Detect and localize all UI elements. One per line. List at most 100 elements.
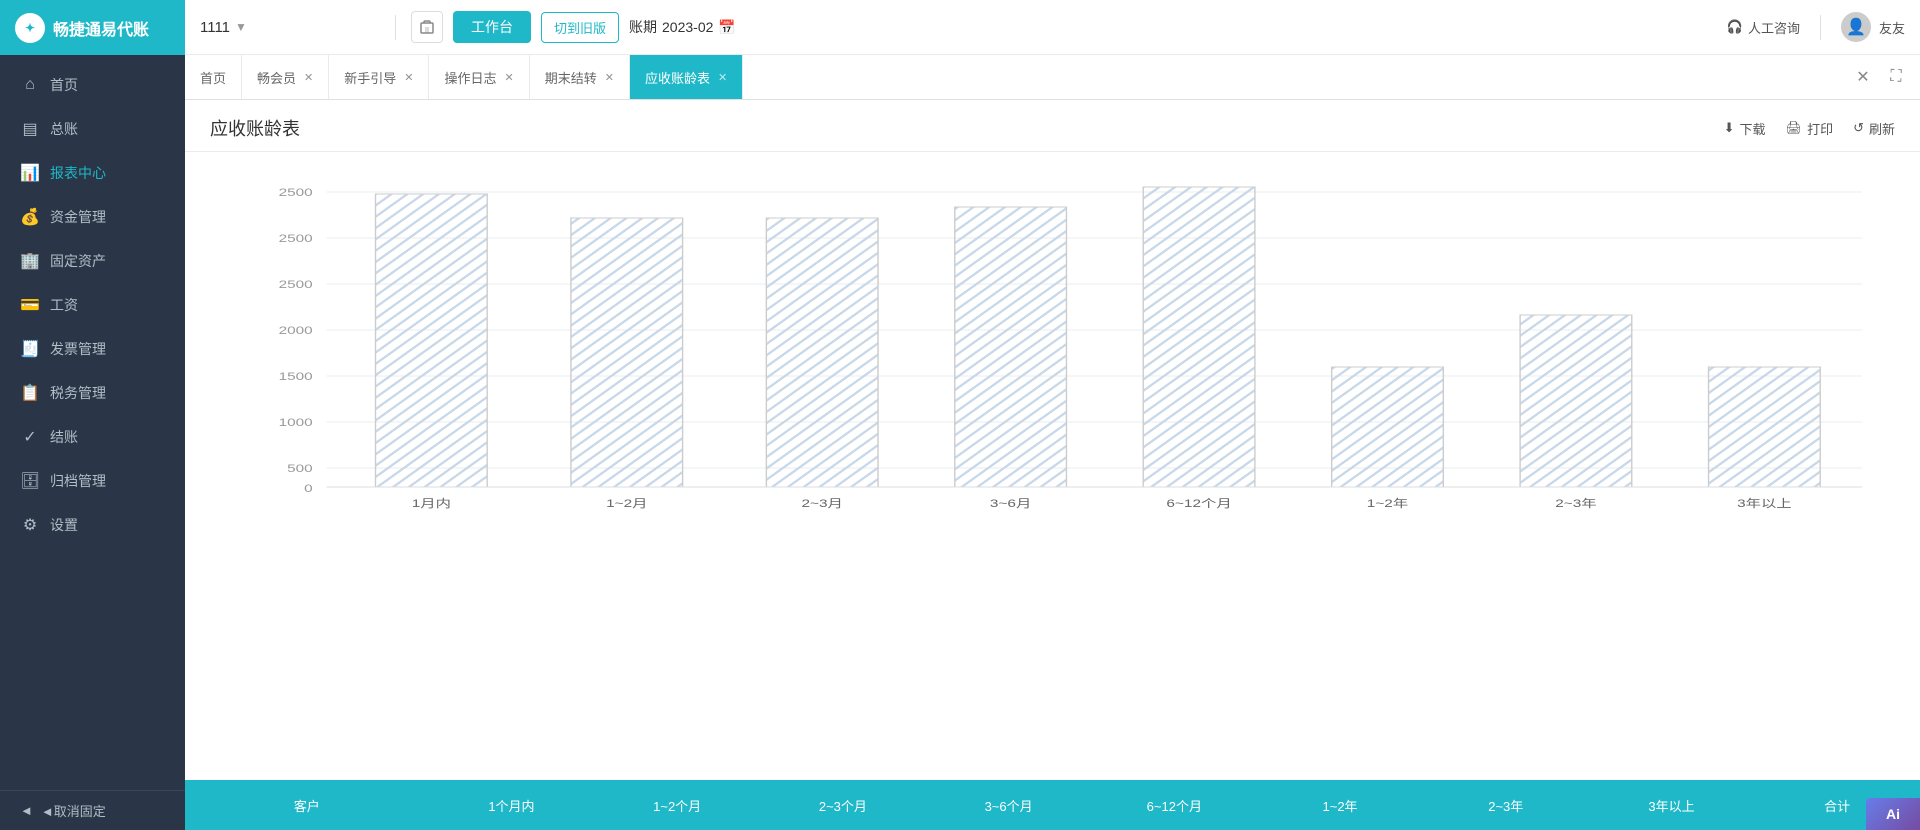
nav-icon-salary: 💳 (20, 295, 40, 315)
period-label: 账期 (629, 17, 657, 37)
svg-text:3年以上: 3年以上 (1737, 497, 1792, 509)
table-col-8: 3年以上 (1589, 796, 1755, 815)
tab-close-member[interactable]: ✕ (304, 71, 313, 84)
tab-close-aging[interactable]: ✕ (718, 71, 727, 84)
content-area: 应收账龄表 ⬇ 下载 🖨 打印 ↺ 刷新 (185, 100, 1920, 830)
header-right: 🎧 人工咨询 👤 友友 (1727, 12, 1905, 42)
tab-period_end[interactable]: 期末结转✕ (530, 55, 630, 99)
consultant-btn[interactable]: 🎧 人工咨询 (1727, 18, 1800, 37)
refresh-label: 刷新 (1869, 119, 1895, 138)
svg-text:1~2月: 1~2月 (606, 497, 647, 509)
header-divider-2 (1820, 15, 1821, 40)
sidebar-item-reports[interactable]: 📊报表中心 (0, 151, 185, 195)
nav-icon-tax: 📋 (20, 383, 40, 403)
print-btn[interactable]: 🖨 打印 (1786, 119, 1834, 138)
svg-text:6~12个月: 6~12个月 (1166, 497, 1231, 509)
sidebar-item-archive[interactable]: 🗄归档管理 (0, 459, 185, 503)
sidebar-item-checkout[interactable]: ✓ 结账 (0, 415, 185, 459)
building-icon (419, 19, 435, 35)
table-col-3: 2~3个月 (760, 796, 926, 815)
svg-text:2500: 2500 (279, 232, 313, 244)
sidebar-item-tax[interactable]: 📋税务管理 (0, 371, 185, 415)
maximize-btn[interactable]: ⛶ (1882, 63, 1910, 91)
svg-text:1~2年: 1~2年 (1367, 497, 1408, 509)
chart-svg: 2500 2500 2500 2000 1500 1000 500 0 (215, 172, 1890, 552)
svg-text:2~3月: 2~3月 (802, 497, 843, 509)
svg-text:2~3年: 2~3年 (1555, 497, 1596, 509)
nav-icon-assets: 🏢 (20, 251, 40, 271)
user-menu[interactable]: 👤 友友 (1841, 12, 1905, 42)
sidebar-label-settings: 设置 (50, 515, 78, 535)
sidebar-item-funds[interactable]: 💰 资金管理 (0, 195, 185, 239)
tab-close-oplog[interactable]: ✕ (505, 71, 514, 84)
content-actions: ⬇ 下载 🖨 打印 ↺ 刷新 (1724, 119, 1895, 138)
workbench-button[interactable]: 工作台 (453, 11, 531, 43)
sidebar-item-ledger[interactable]: ▤总账 (0, 107, 185, 151)
ai-badge[interactable]: Ai (1866, 798, 1920, 830)
sidebar-item-salary[interactable]: 💳 工资 (0, 283, 185, 327)
tab-guide[interactable]: 新手引导 ✕ (329, 55, 429, 99)
sidebar-item-settings[interactable]: ⚙设置 (0, 503, 185, 547)
table-col-5: 6~12个月 (1091, 796, 1257, 815)
sidebar-menu: ⌂首页▤总账📊报表中心 💰 资金管理 🏢 固定资产 💳 工资 🧾 发票管理 📋税务管理 ✓ 结账 🗄归档… (0, 55, 185, 790)
svg-text:2500: 2500 (279, 186, 313, 198)
sidebar-item-home[interactable]: ⌂首页 (0, 63, 185, 107)
company-icon-btn[interactable] (411, 11, 443, 43)
bar-3 (766, 218, 878, 487)
tab-label-home: 首页 (200, 68, 226, 87)
nav-icon-funds: 💰 (20, 207, 40, 227)
logo-icon: ✦ (15, 13, 45, 43)
consultant-label: 人工咨询 (1748, 18, 1800, 37)
collapse-icon: ◄ (20, 803, 33, 818)
tab-close-guide[interactable]: ✕ (404, 71, 413, 84)
sidebar-label-home: 首页 (50, 75, 78, 95)
sidebar-label-checkout: 结账 (50, 427, 78, 447)
tab-oplog[interactable]: 操作日志 ✕ (429, 55, 529, 99)
tabs-bar: 首页畅会员✕新手引导✕操作日志✕期末结转✕应收账龄表✕ ✕ ⛶ (185, 55, 1920, 100)
refresh-icon: ↺ (1853, 120, 1864, 136)
switch-version-button[interactable]: 切到旧版 (541, 12, 619, 43)
company-dropdown-icon: ▼ (235, 20, 247, 34)
print-icon: 🖨 (1786, 120, 1803, 136)
avatar: 👤 (1841, 12, 1871, 42)
tab-close-period_end[interactable]: ✕ (605, 71, 614, 84)
tab-label-oplog: 操作日志 (444, 68, 496, 87)
refresh-btn[interactable]: ↺ 刷新 (1853, 119, 1895, 138)
page-title: 应收账龄表 (210, 115, 300, 141)
sidebar-collapse-btn[interactable]: ◄ ◄取消固定 (0, 790, 185, 830)
sidebar-item-assets[interactable]: 🏢 固定资产 (0, 239, 185, 283)
sidebar-label-archive: 归档管理 (50, 471, 106, 491)
download-btn[interactable]: ⬇ 下载 (1724, 119, 1766, 138)
bar-1 (376, 194, 488, 487)
sidebar-label-salary: 工资 (50, 295, 78, 315)
tab-label-member: 畅会员 (257, 68, 296, 87)
company-selector[interactable]: 1111 ▼ (200, 19, 380, 36)
tab-aging[interactable]: 应收账龄表 ✕ (630, 55, 743, 99)
bar-4 (955, 207, 1067, 487)
table-col-2: 1~2个月 (594, 796, 760, 815)
svg-text:1000: 1000 (279, 416, 313, 428)
download-label: 下载 (1740, 119, 1766, 138)
tab-label-aging: 应收账龄表 (645, 68, 710, 87)
company-name: 1111 (200, 19, 230, 36)
headset-icon: 🎧 (1727, 19, 1743, 35)
download-icon: ⬇ (1724, 120, 1735, 136)
close-all-btn[interactable]: ✕ (1849, 63, 1877, 91)
nav-icon-checkout: ✓ (20, 427, 40, 447)
svg-text:3~6月: 3~6月 (990, 497, 1031, 509)
sidebar-label-assets: 固定资产 (50, 251, 106, 271)
tab-home[interactable]: 首页 (185, 55, 242, 99)
print-label: 打印 (1807, 119, 1833, 138)
calendar-icon[interactable]: 📅 (718, 19, 735, 36)
svg-text:0: 0 (304, 482, 313, 494)
sidebar-label-invoice: 发票管理 (50, 339, 106, 359)
sidebar-label-funds: 资金管理 (50, 207, 106, 227)
sidebar-label-ledger: 总账 (50, 119, 78, 139)
aging-chart: 2500 2500 2500 2000 1500 1000 500 0 (215, 172, 1890, 552)
tab-label-guide: 新手引导 (344, 68, 396, 87)
table-col-7: 2~3年 (1423, 796, 1589, 815)
nav-icon-invoice: 🧾 (20, 339, 40, 359)
table-col-1: 1个月内 (429, 796, 595, 815)
tab-member[interactable]: 畅会员 ✕ (242, 55, 329, 99)
sidebar-item-invoice[interactable]: 🧾 发票管理 (0, 327, 185, 371)
